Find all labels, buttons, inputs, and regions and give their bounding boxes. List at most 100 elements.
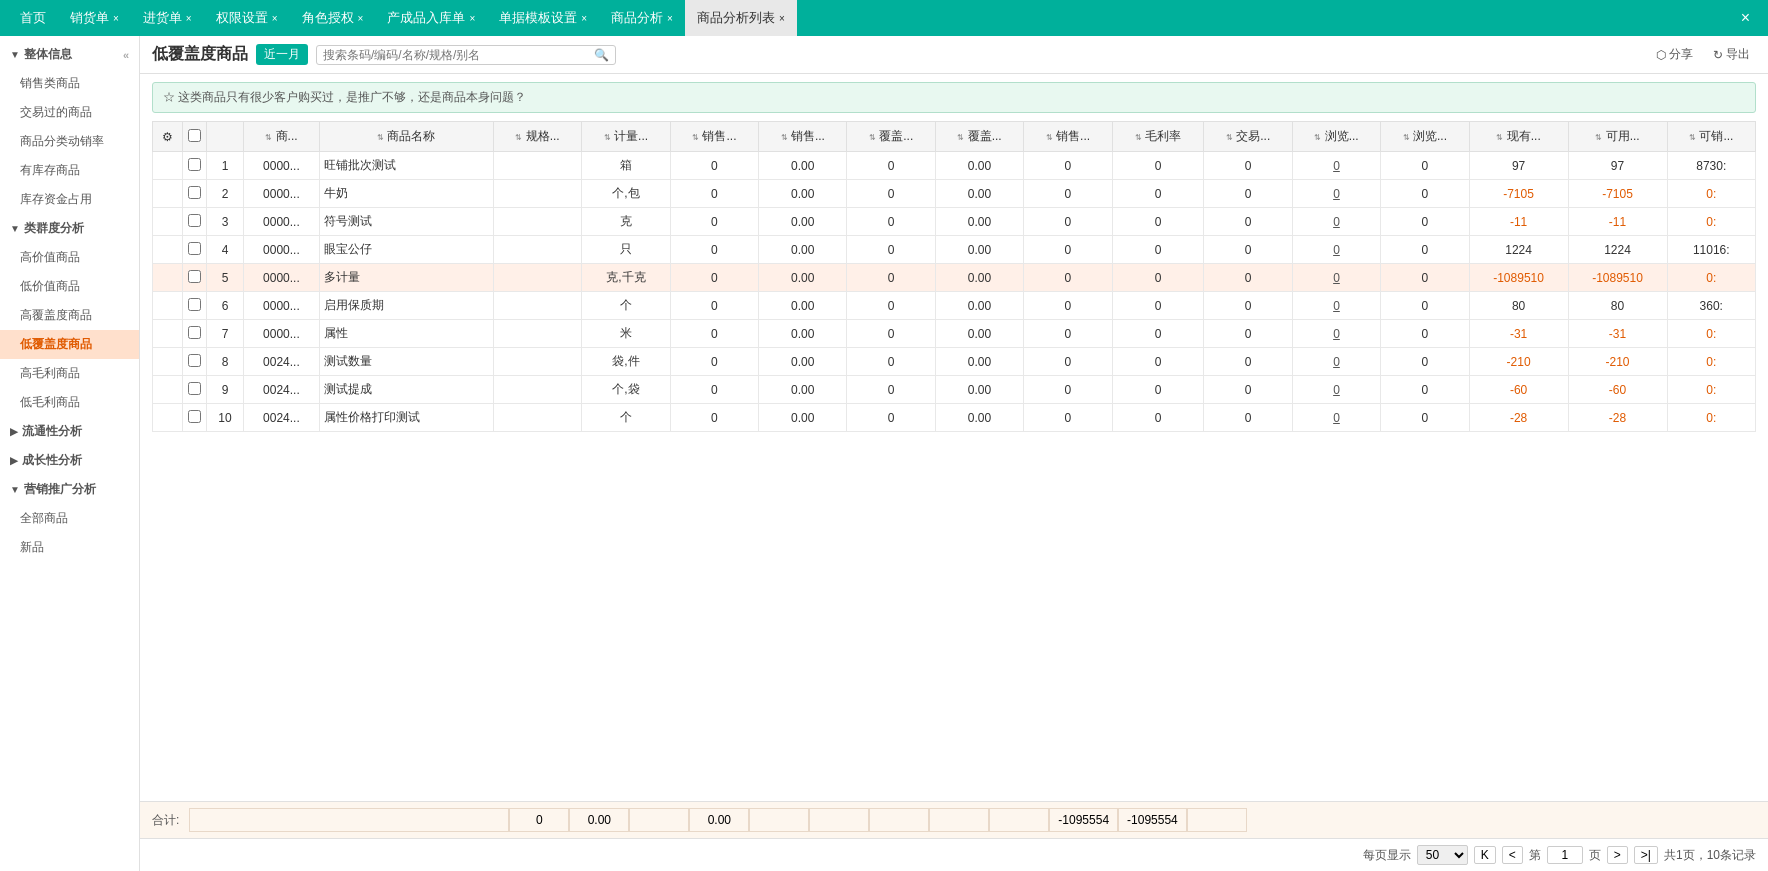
sidebar-item-high-coverage[interactable]: 高覆盖度商品 [0,301,139,330]
footer-current: -1095554 [1049,808,1118,832]
table-row: 80024...测试数量袋,件00.0000.0000000-210-2100: [153,348,1756,376]
nav-sales-close[interactable]: × [113,13,119,24]
col-header-trans[interactable]: ⇅ 交易... [1204,122,1292,152]
sidebar-section-liquidity[interactable]: ▶ 流通性分析 [0,417,139,446]
first-page-button[interactable]: K [1474,846,1496,864]
row-cover1: 0 [847,208,935,236]
nav-analysis-list-close[interactable]: × [779,13,785,24]
search-icon[interactable]: 🔍 [594,48,609,62]
sidebar-item-high-margin[interactable]: 高毛利商品 [0,359,139,388]
nav-roles-close[interactable]: × [358,13,364,24]
sidebar-section-overall[interactable]: ▼ 整体信息 « [0,40,139,69]
settings-col-header[interactable]: ⚙ [153,122,183,152]
current-page-input[interactable] [1547,846,1583,864]
col-header-sales3[interactable]: ⇅ 销售... [1024,122,1112,152]
row-name: 符号测试 [319,208,493,236]
sidebar-item-traded-goods[interactable]: 交易过的商品 [0,98,139,127]
sidebar-section-group-analysis[interactable]: ▼ 类群度分析 [0,214,139,243]
row-checkbox[interactable] [188,214,201,227]
next-page-button[interactable]: > [1607,846,1628,864]
nav-template-close[interactable]: × [581,13,587,24]
sidebar-item-new-goods[interactable]: 新品 [0,533,139,562]
close-all-button[interactable]: × [1731,9,1760,27]
sidebar-section-marketing[interactable]: ▼ 营销推广分析 [0,475,139,504]
nav-product-inbound-close[interactable]: × [469,13,475,24]
footer-cover2: 0.00 [689,808,749,832]
row-settings [153,292,183,320]
last-page-button[interactable]: >| [1634,846,1658,864]
col-header-current[interactable]: ⇅ 现有... [1469,122,1568,152]
row-checkbox[interactable] [188,242,201,255]
check-col-header[interactable] [183,122,207,152]
row-cover2: 0.00 [935,152,1023,180]
col-header-sales-amt[interactable]: ⇅ 销售... [759,122,847,152]
date-filter-button[interactable]: 近一月 [256,44,308,65]
col-header-sales-qty[interactable]: ⇅ 销售... [670,122,758,152]
nav-purchase-close[interactable]: × [186,13,192,24]
row-cover1: 0 [847,152,935,180]
col-header-name[interactable]: ⇅ 商品名称 [319,122,493,152]
col-header-gross[interactable]: ⇅ 毛利率 [1112,122,1204,152]
row-current: -31 [1469,320,1568,348]
table-row: 40000...眼宝公仔只00.0000.0000000122412241101… [153,236,1756,264]
nav-permissions-close[interactable]: × [272,13,278,24]
row-checkbox[interactable] [188,298,201,311]
table-header-row: ⚙ ⇅ 商... ⇅ 商品名称 ⇅ 规格... ⇅ 计量... ⇅ 销售... … [153,122,1756,152]
nav-analysis[interactable]: 商品分析 × [599,0,685,36]
col-header-cover2[interactable]: ⇅ 覆盖... [935,122,1023,152]
row-current: -7105 [1469,180,1568,208]
row-checkbox[interactable] [188,382,201,395]
nav-permissions[interactable]: 权限设置 × [204,0,290,36]
sidebar-item-high-value[interactable]: 高价值商品 [0,243,139,272]
col-header-spec[interactable]: ⇅ 规格... [493,122,581,152]
table-row: 70000...属性米00.0000.0000000-31-310: [153,320,1756,348]
col-header-code[interactable]: ⇅ 商... [244,122,320,152]
footer-trans [869,808,929,832]
sidebar-collapse-icon[interactable]: « [123,49,129,61]
sidebar-item-stock-capital[interactable]: 库存资金占用 [0,185,139,214]
sidebar-item-sales-goods[interactable]: 销售类商品 [0,69,139,98]
prev-page-button[interactable]: < [1502,846,1523,864]
sidebar-item-low-margin[interactable]: 低毛利商品 [0,388,139,417]
nav-roles[interactable]: 角色授权 × [290,0,376,36]
row-settings [153,264,183,292]
row-settings [153,236,183,264]
row-settings [153,180,183,208]
table-container: ⚙ ⇅ 商... ⇅ 商品名称 ⇅ 规格... ⇅ 计量... ⇅ 销售... … [140,121,1768,801]
per-page-select[interactable]: 50 20 100 [1417,845,1468,865]
sidebar-item-instock-goods[interactable]: 有库存商品 [0,156,139,185]
row-checkbox[interactable] [188,186,201,199]
col-header-cover1[interactable]: ⇅ 覆盖... [847,122,935,152]
sidebar-item-low-coverage[interactable]: 低覆盖度商品 [0,330,139,359]
col-header-browse2[interactable]: ⇅ 浏览... [1381,122,1469,152]
search-input[interactable] [323,48,594,62]
sidebar-item-all-goods[interactable]: 全部商品 [0,504,139,533]
nav-analysis-list[interactable]: 商品分析列表 × [685,0,797,36]
export-button[interactable]: ↻ 导出 [1707,44,1756,65]
row-checkbox[interactable] [188,326,201,339]
sidebar-item-low-value[interactable]: 低价值商品 [0,272,139,301]
nav-template[interactable]: 单据模板设置 × [487,0,599,36]
sidebar-section-growth[interactable]: ▶ 成长性分析 [0,446,139,475]
col-header-unit[interactable]: ⇅ 计量... [582,122,670,152]
sidebar-item-category-rate[interactable]: 商品分类动销率 [0,127,139,156]
share-button[interactable]: ⬡ 分享 [1650,44,1699,65]
nav-analysis-close[interactable]: × [667,13,673,24]
content-area: 低覆盖度商品 近一月 🔍 ⬡ 分享 ↻ 导出 ☆ 这类商品只有很少客户购买过，是… [140,36,1768,871]
table-row: 20000...牛奶个,包00.0000.0000000-7105-71050: [153,180,1756,208]
row-checkbox[interactable] [188,410,201,423]
nav-purchase[interactable]: 进货单 × [131,0,204,36]
row-cover2: 0.00 [935,348,1023,376]
select-all-checkbox[interactable] [188,129,201,142]
nav-home[interactable]: 首页 [8,0,58,36]
row-checkbox[interactable] [188,158,201,171]
row-checkbox[interactable] [188,270,201,283]
row-no: 3 [207,208,244,236]
nav-sales[interactable]: 销货单 × [58,0,131,36]
col-header-browse1[interactable]: ⇅ 浏览... [1292,122,1380,152]
row-browse2: 0 [1381,348,1469,376]
nav-product-inbound[interactable]: 产成品入库单 × [375,0,487,36]
row-checkbox[interactable] [188,354,201,367]
col-header-available[interactable]: ⇅ 可用... [1568,122,1667,152]
col-header-sellable[interactable]: ⇅ 可销... [1667,122,1755,152]
